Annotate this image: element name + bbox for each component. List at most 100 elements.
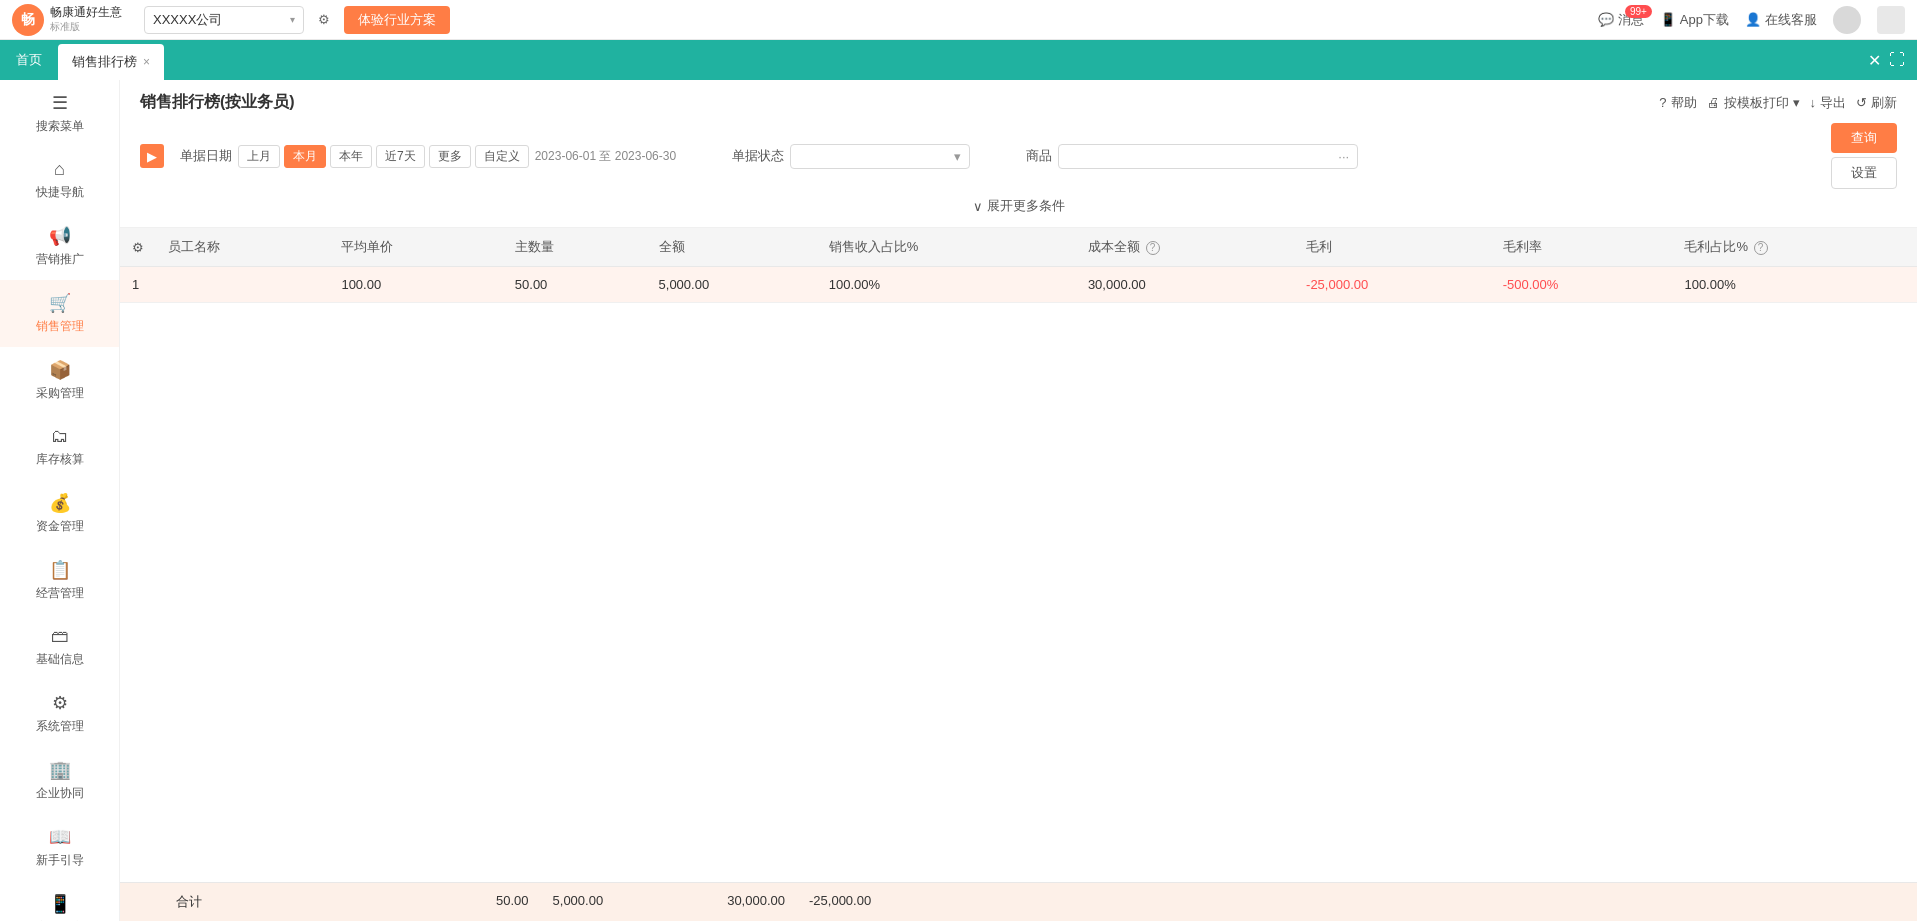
- filter-collapse-button[interactable]: ▶: [140, 144, 164, 168]
- online-service-button[interactable]: 👤 在线客服: [1745, 11, 1817, 29]
- export-button[interactable]: ↓ 导出: [1810, 94, 1847, 112]
- sidebar-item-purchase[interactable]: 📦 采购管理: [0, 347, 119, 414]
- sales-icon: 🛒: [49, 292, 71, 314]
- table-settings-icon[interactable]: ⚙: [132, 240, 144, 255]
- logo-icon: 畅: [12, 4, 44, 36]
- logo: 畅 畅康通好生意 标准版: [12, 4, 132, 36]
- cost-info-icon[interactable]: ?: [1146, 241, 1160, 255]
- corp-collab-icon: 🏢: [49, 759, 71, 781]
- system-icon: ⚙: [52, 692, 68, 714]
- sidebar-item-search-order[interactable]: ☰ 搜索菜单: [0, 80, 119, 147]
- expand-label: 展开更多条件: [987, 197, 1065, 215]
- cell-amount: 5,000.00: [647, 267, 817, 303]
- message-button[interactable]: 💬 消息 99+: [1598, 11, 1644, 29]
- page-title: 销售排行榜(按业务员): [140, 92, 295, 113]
- help-button[interactable]: ? 帮助: [1659, 94, 1696, 112]
- col-gross: 毛利: [1294, 228, 1491, 267]
- col-sales-pct: 销售收入占比%: [817, 228, 1076, 267]
- sidebar-item-label: 基础信息: [36, 651, 84, 668]
- page-header: 销售排行榜(按业务员) ? 帮助 🖨 按模板打印 ▾ ↓ 导出: [120, 80, 1917, 228]
- sidebar-item-label: 经营管理: [36, 585, 84, 602]
- refresh-button[interactable]: ↺ 刷新: [1856, 94, 1897, 112]
- print-icon: 🖨: [1707, 95, 1720, 110]
- settings-button[interactable]: 设置: [1831, 157, 1897, 189]
- footer-sales-pct-empty: [615, 893, 715, 911]
- sidebar-item-label: 库存核算: [36, 451, 84, 468]
- sidebar-item-label: 新手引导: [36, 852, 84, 869]
- tabbar: 首页 销售排行榜 × ✕ ⛶: [0, 40, 1917, 80]
- cell-gross-pct: 100.00%: [1672, 267, 1917, 303]
- sidebar-item-label: 快捷导航: [36, 184, 84, 201]
- search-order-icon: ☰: [52, 92, 68, 114]
- sidebar-item-finance[interactable]: 💰 资金管理: [0, 480, 119, 547]
- gross-pct-info-icon[interactable]: ?: [1754, 241, 1768, 255]
- sidebar-item-label: 搜索菜单: [36, 118, 84, 135]
- sidebar-item-system[interactable]: ⚙ 系统管理: [0, 680, 119, 747]
- col-avg-price: 平均单价: [329, 228, 502, 267]
- table-row: 1 100.00 50.00 5,000.00 100.00% 30,000.0…: [120, 267, 1917, 303]
- tab-sales-ranking[interactable]: 销售排行榜 ×: [58, 44, 164, 80]
- query-button[interactable]: 查询: [1831, 123, 1897, 153]
- sidebar-item-marketing[interactable]: 📢 营销推广: [0, 213, 119, 280]
- table-footer: 合计 50.00 5,000.00 30,000.00 -25,000.00: [120, 882, 1917, 921]
- close-window-icon[interactable]: ✕: [1868, 51, 1881, 70]
- col-settings[interactable]: ⚙: [120, 228, 156, 267]
- settings-icon[interactable]: ⚙: [310, 6, 338, 34]
- sidebar-item-quick-nav[interactable]: ⌂ 快捷导航: [0, 147, 119, 213]
- date-btn-current-month[interactable]: 本月: [284, 145, 326, 168]
- cell-sales-pct: 100.00%: [817, 267, 1076, 303]
- tab-close-icon[interactable]: ×: [143, 55, 150, 69]
- date-btn-more[interactable]: 更多: [429, 145, 471, 168]
- date-label: 单据日期: [180, 147, 232, 165]
- export-icon: ↓: [1810, 95, 1817, 110]
- col-cost: 成本全额 ?: [1076, 228, 1294, 267]
- expand-chevron-icon: ∨: [973, 199, 983, 214]
- avatar[interactable]: [1833, 6, 1861, 34]
- footer-main-qty: 50.00: [484, 893, 541, 911]
- date-btn-custom[interactable]: 自定义: [475, 145, 529, 168]
- sidebar-item-operation[interactable]: 📋 经营管理: [0, 547, 119, 614]
- col-amount: 全额: [647, 228, 817, 267]
- goods-input[interactable]: ···: [1058, 144, 1358, 169]
- sidebar-item-guide[interactable]: 📖 新手引导: [0, 814, 119, 881]
- sidebar-item-inventory[interactable]: 🗂 库存核算: [0, 414, 119, 480]
- company-selector[interactable]: XXXXX公司 ▾: [144, 6, 304, 34]
- finance-icon: 💰: [49, 492, 71, 514]
- expand-button[interactable]: ∨ 展开更多条件: [973, 197, 1065, 215]
- main-layout: ☰ 搜索菜单 ⌂ 快捷导航 📢 营销推广 🛒 销售管理 📦 采购管理 🗂 库存核…: [0, 80, 1917, 921]
- sidebar-item-base-info[interactable]: 🗃 基础信息: [0, 614, 119, 680]
- table-header-row: ⚙ 员工名称 平均单价 主数量 全额 销售收入占比% 成本全额 ? 毛利: [120, 228, 1917, 267]
- print-button[interactable]: 🖨 按模板打印 ▾: [1707, 94, 1800, 112]
- expand-row: ∨ 展开更多条件: [140, 189, 1897, 219]
- maximize-icon[interactable]: ⛶: [1889, 51, 1905, 69]
- sidebar-item-sales[interactable]: 🛒 销售管理: [0, 280, 119, 347]
- tab-home[interactable]: 首页: [0, 40, 58, 80]
- goods-dots-icon: ···: [1338, 149, 1349, 164]
- cell-name: [156, 267, 329, 303]
- logo-text-block: 畅康通好生意 标准版: [50, 5, 122, 35]
- date-btn-current-year[interactable]: 本年: [330, 145, 372, 168]
- help-icon: ?: [1659, 95, 1666, 110]
- purchase-icon: 📦: [49, 359, 71, 381]
- message-icon: 💬: [1598, 12, 1614, 27]
- sidebar-item-label: 营销推广: [36, 251, 84, 268]
- footer-total-label: 合计: [164, 893, 404, 911]
- table-wrapper: ⚙ 员工名称 平均单价 主数量 全额 销售收入占比% 成本全额 ? 毛利: [120, 228, 1917, 882]
- col-name: 员工名称: [156, 228, 329, 267]
- topbar-right: 💬 消息 99+ 📱 App下载 👤 在线客服: [1598, 6, 1905, 34]
- sidebar-item-corp-collab[interactable]: 🏢 企业协同: [0, 747, 119, 814]
- user-menu[interactable]: [1877, 6, 1905, 34]
- tab-label: 销售排行榜: [72, 53, 137, 71]
- app-download-button[interactable]: 📱 App下载: [1660, 11, 1729, 29]
- sidebar-item-label: 企业协同: [36, 785, 84, 802]
- status-select[interactable]: ▾: [790, 144, 970, 169]
- company-name: XXXXX公司: [153, 11, 286, 29]
- sidebar-item-app-center[interactable]: 📱 应用中心: [0, 881, 119, 921]
- trial-button[interactable]: 体验行业方案: [344, 6, 450, 34]
- date-btn-7days[interactable]: 近7天: [376, 145, 425, 168]
- goods-label: 商品: [1026, 147, 1052, 165]
- sidebar-item-label: 销售管理: [36, 318, 84, 335]
- logo-text: 畅康通好生意: [50, 5, 122, 21]
- footer-cost: 30,000.00: [715, 893, 797, 911]
- date-btn-prev-month[interactable]: 上月: [238, 145, 280, 168]
